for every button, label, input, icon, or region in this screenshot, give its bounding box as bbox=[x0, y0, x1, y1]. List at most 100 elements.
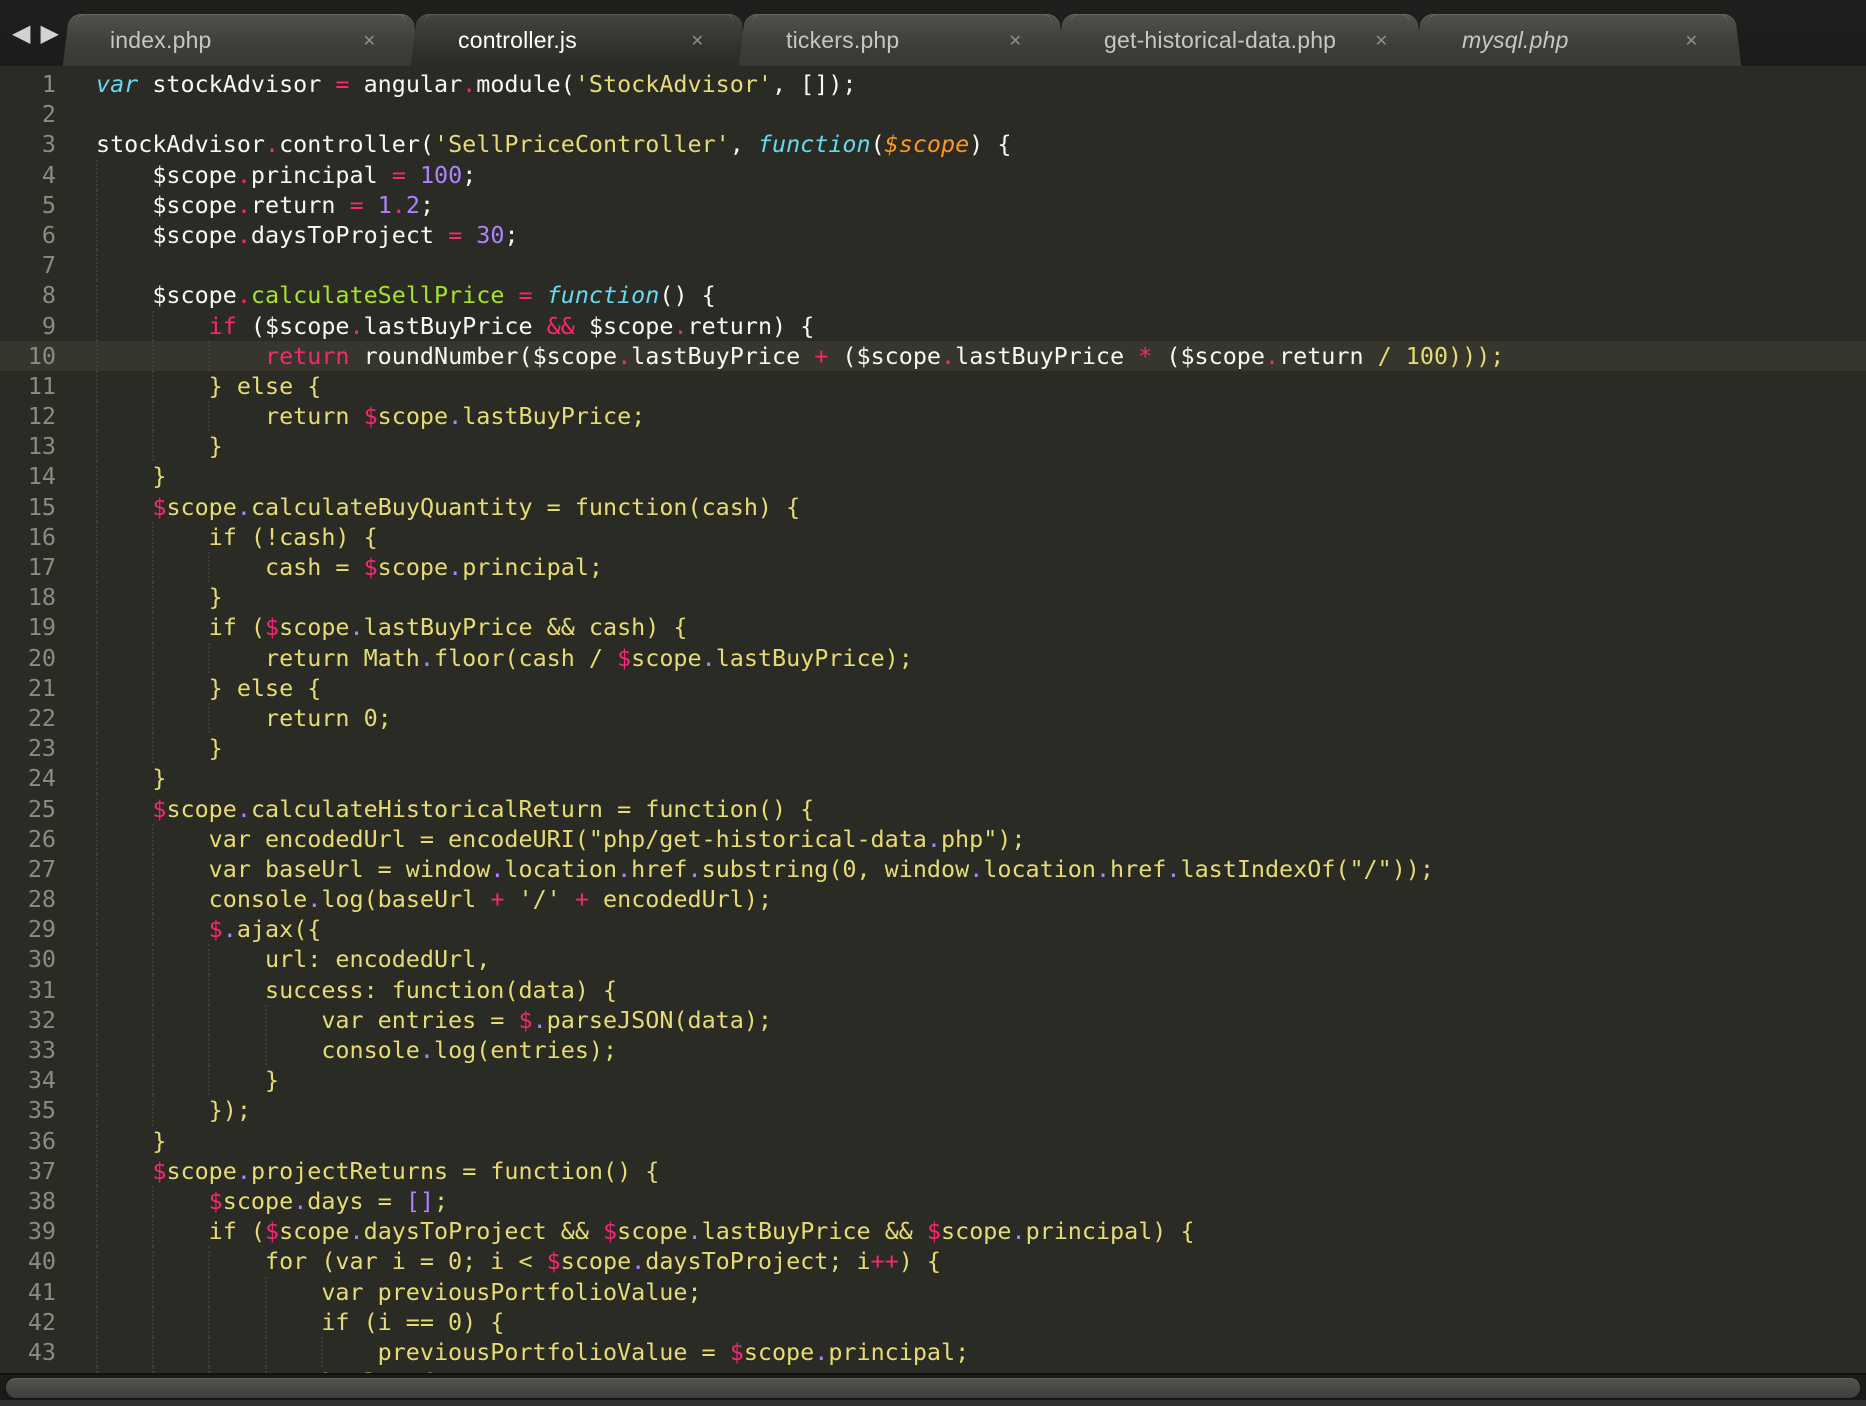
code-text: if ($scope.lastBuyPrice && $scope.return… bbox=[208, 311, 815, 340]
code-editor[interactable]: 1 var stockAdvisor = angular.module('Stoc… bbox=[0, 66, 1866, 1373]
line-number: 3 bbox=[41, 130, 56, 159]
code-line[interactable]: 39 if ($scope.daysToProject && $scope.la… bbox=[0, 1216, 1866, 1247]
code-text: success: function(data) { bbox=[96, 975, 618, 1004]
code-text: return $scope.lastBuyPrice; bbox=[96, 402, 646, 431]
line-number: 32 bbox=[27, 1005, 56, 1034]
tab-mysql.php[interactable]: mysql.php ✕ bbox=[1428, 14, 1728, 66]
tab-close-icon[interactable]: ✕ bbox=[691, 14, 704, 66]
tab-label: get-historical-data.php bbox=[1104, 26, 1337, 53]
code-line[interactable]: 40 for (var i = 0; i < $scope.daysToProj… bbox=[0, 1246, 1866, 1277]
line-number: 20 bbox=[27, 643, 56, 672]
tab-label: index.php bbox=[110, 26, 212, 53]
code-line[interactable]: 35 }); bbox=[0, 1095, 1866, 1126]
code-line[interactable]: 26 var encodedUrl = encodeURI("php/get-h… bbox=[0, 823, 1866, 854]
code-line[interactable]: 6 $scope.daysToProject = 30; bbox=[0, 219, 1866, 251]
code-line[interactable]: 42 if (i == 0) { bbox=[0, 1306, 1866, 1337]
line-number: 37 bbox=[27, 1156, 56, 1185]
code-line[interactable]: 31 success: function(data) { bbox=[0, 974, 1866, 1005]
line-number: 17 bbox=[27, 553, 56, 581]
code-line[interactable]: 8 $scope.calculateSellPrice = function()… bbox=[0, 280, 1866, 311]
code-line[interactable]: 41 var previousPortfolioValue; bbox=[0, 1276, 1866, 1307]
code-line[interactable]: 7 bbox=[0, 250, 1866, 281]
code-text: for (var i = 0; i < $scope.daysToProject… bbox=[96, 1247, 941, 1276]
tab-index.php[interactable]: index.php ✕ bbox=[76, 14, 406, 66]
line-number: 12 bbox=[27, 402, 56, 431]
tab-tickers.php[interactable]: tickers.php ✕ bbox=[752, 14, 1052, 66]
code-line[interactable]: 25 $scope.calculateHistoricalReturn = fu… bbox=[0, 793, 1866, 824]
code-line[interactable]: 5 $scope.return = 1.2; bbox=[0, 189, 1866, 220]
tab-bar: ◀ ▶ index.php ✕ controller.js ✕ tickers.php ✕… bbox=[0, 0, 1866, 66]
tab-label: controller.js bbox=[458, 26, 577, 53]
code-line[interactable]: 37 $scope.projectReturns = function() { bbox=[0, 1155, 1866, 1186]
history-nav: ◀ ▶ bbox=[12, 0, 59, 66]
code-line[interactable]: 29 $.ajax({ bbox=[0, 914, 1866, 945]
code-text: console.log(baseUrl + '/' + encodedUrl); bbox=[96, 885, 773, 914]
back-arrow-icon[interactable]: ◀ bbox=[12, 21, 30, 45]
horizontal-scrollbar-thumb[interactable] bbox=[6, 1378, 1860, 1398]
code-line[interactable]: 30 url: encodedUrl, bbox=[0, 944, 1866, 975]
code-text: return 0; bbox=[96, 703, 392, 732]
line-number: 42 bbox=[27, 1307, 56, 1336]
tab-close-icon[interactable]: ✕ bbox=[1375, 14, 1388, 66]
code-line[interactable]: 38 $scope.days = []; bbox=[0, 1185, 1866, 1217]
code-line[interactable]: 11 } else { bbox=[0, 370, 1866, 402]
tab-close-icon[interactable]: ✕ bbox=[1685, 14, 1698, 66]
code-line[interactable]: 2 bbox=[0, 99, 1866, 129]
code-line[interactable]: 4 $scope.principal = 100; bbox=[0, 159, 1866, 190]
code-line[interactable]: 32 var entries = $.parseJSON(data); bbox=[0, 1004, 1866, 1035]
code-line[interactable]: 14 } bbox=[0, 461, 1866, 492]
line-number: 8 bbox=[41, 281, 56, 310]
code-line[interactable]: 24 } bbox=[0, 763, 1866, 794]
code-line[interactable]: 16 if (!cash) { bbox=[0, 521, 1866, 552]
code-text: } bbox=[96, 583, 223, 612]
line-number: 10 bbox=[27, 341, 56, 370]
code-text: } else { bbox=[96, 673, 322, 702]
line-number: 27 bbox=[27, 854, 56, 883]
code-text: $scope.return = 1.2; bbox=[96, 190, 435, 219]
code-line[interactable]: 34 } bbox=[0, 1065, 1866, 1096]
code-line[interactable]: 15 $scope.calculateBuyQuantity = functio… bbox=[0, 491, 1866, 522]
code-text: stockAdvisor.controller('SellPriceContro… bbox=[96, 130, 1012, 159]
horizontal-scrollbar-track[interactable] bbox=[0, 1373, 1866, 1399]
code-line-active[interactable]: 10 return roundNumber($scope.lastBuyPric… bbox=[0, 340, 1866, 371]
code-line[interactable]: 21 } else { bbox=[0, 672, 1866, 703]
code-text: } bbox=[96, 1126, 167, 1155]
tab-controller.js[interactable]: controller.js ✕ bbox=[424, 14, 734, 66]
code-text: } bbox=[96, 764, 167, 793]
tab-get-historical-data.php[interactable]: get-historical-data.php ✕ bbox=[1070, 14, 1410, 66]
code-text: } bbox=[96, 734, 223, 763]
code-line[interactable]: 22 return 0; bbox=[0, 702, 1866, 734]
line-number: 41 bbox=[27, 1277, 56, 1306]
forward-arrow-icon[interactable]: ▶ bbox=[40, 21, 58, 45]
code-line[interactable]: 33 console.log(entries); bbox=[0, 1035, 1866, 1066]
line-number: 31 bbox=[27, 975, 56, 1004]
code-line[interactable]: 3 stockAdvisor.controller('SellPriceContr… bbox=[0, 129, 1866, 159]
code-text: if (!cash) { bbox=[96, 522, 378, 551]
code-line[interactable]: 27 var baseUrl = window.location.href.su… bbox=[0, 853, 1866, 885]
line-number: 2 bbox=[41, 100, 56, 129]
code-text: } bbox=[96, 462, 167, 491]
code-line[interactable]: 9 if ($scope.lastBuyPrice && $scope.retu… bbox=[0, 310, 1866, 341]
code-line[interactable]: 36 } bbox=[0, 1125, 1866, 1156]
code-line[interactable]: 18 } bbox=[0, 582, 1866, 613]
code-line[interactable]: 20 return Math.floor(cash / $scope.lastB… bbox=[0, 642, 1866, 673]
code-line[interactable]: 43 previousPortfolioValue = $scope.princ… bbox=[0, 1336, 1866, 1368]
code-text: console.log(entries); bbox=[96, 1036, 618, 1064]
code-text: if ($scope.lastBuyPrice && cash) { bbox=[96, 613, 688, 642]
line-number: 29 bbox=[27, 915, 56, 944]
code-line[interactable]: 1 var stockAdvisor = angular.module('Stoc… bbox=[0, 69, 1866, 99]
code-line[interactable]: 23 } bbox=[0, 733, 1866, 764]
code-line[interactable]: 19 if ($scope.lastBuyPrice && cash) { bbox=[0, 612, 1866, 643]
code-line[interactable]: 17 cash = $scope.principal; bbox=[0, 552, 1866, 583]
line-number: 15 bbox=[27, 492, 56, 521]
code-text: if (i == 0) { bbox=[96, 1307, 505, 1336]
code-text: previousPortfolioValue = $scope.principa… bbox=[96, 1337, 970, 1366]
code-line[interactable]: 28 console.log(baseUrl + '/' + encodedUr… bbox=[0, 884, 1866, 915]
code-text: $scope.calculateBuyQuantity = function(c… bbox=[152, 492, 801, 521]
tab-close-icon[interactable]: ✕ bbox=[1009, 14, 1022, 66]
code-text: var previousPortfolioValue; bbox=[96, 1277, 702, 1306]
tab-close-icon[interactable]: ✕ bbox=[363, 14, 376, 66]
code-line[interactable]: 13 } bbox=[0, 431, 1866, 462]
code-line[interactable]: 12 return $scope.lastBuyPrice; bbox=[0, 401, 1866, 432]
line-number: 14 bbox=[27, 462, 56, 491]
